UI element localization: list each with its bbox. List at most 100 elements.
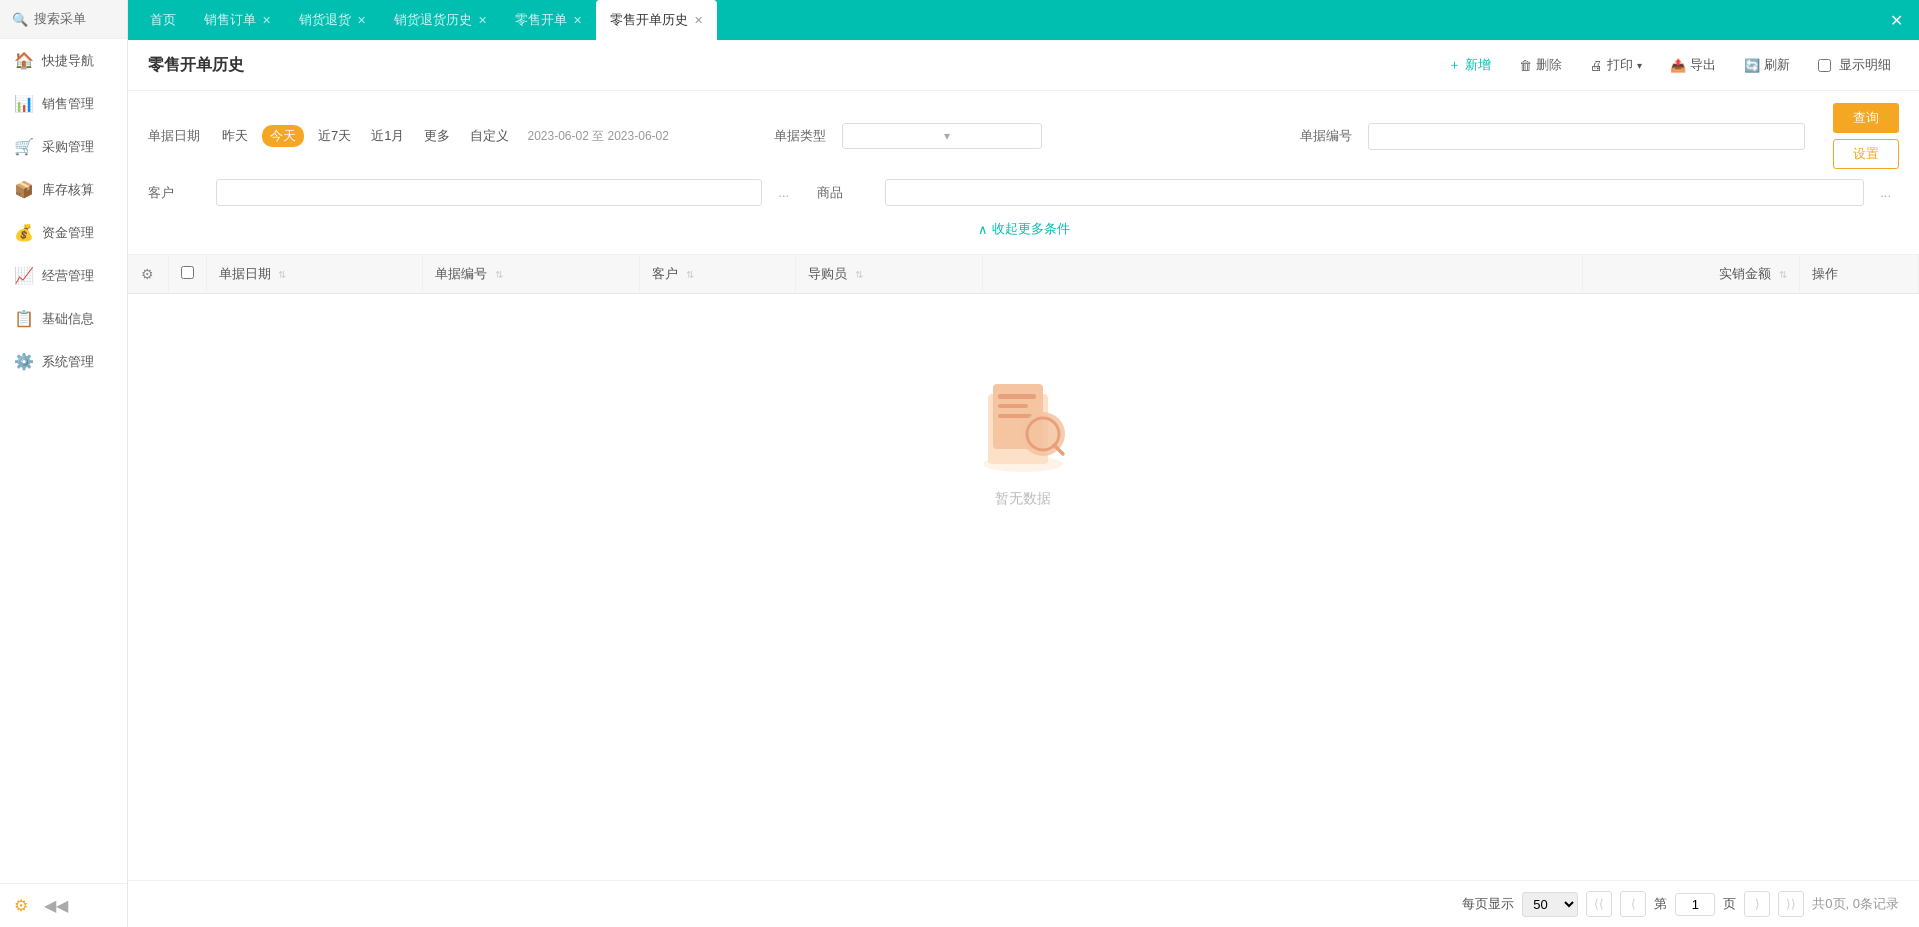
date-opt-more[interactable]: 更多 xyxy=(418,125,456,147)
date-opt-1month[interactable]: 近1月 xyxy=(365,125,410,147)
query-button[interactable]: 查询 xyxy=(1833,103,1899,133)
th-action-label: 操作 xyxy=(1812,266,1838,281)
empty-illustration xyxy=(963,374,1083,474)
sidebar-item-quick-nav[interactable]: 🏠 快捷导航 xyxy=(0,39,127,82)
tab-home[interactable]: 首页 xyxy=(136,0,190,40)
page-next-button[interactable]: ⟩ xyxy=(1744,891,1770,917)
page-first-button[interactable]: ⟨⟨ xyxy=(1586,891,1612,917)
tab-sales-order-label: 销售订单 xyxy=(204,11,256,29)
tab-sales-return-history[interactable]: 销货退货历史 ✕ xyxy=(380,0,501,40)
delete-icon: 🗑 xyxy=(1519,58,1532,73)
sidebar-gear-button[interactable]: ⚙ xyxy=(14,896,28,915)
date-opt-custom[interactable]: 自定义 xyxy=(464,125,515,147)
page-label-pre: 第 xyxy=(1654,895,1667,913)
empty-state-cell: 暂无数据 xyxy=(128,294,1919,589)
display-detail-button[interactable]: 显示明细 xyxy=(1810,52,1899,78)
sidebar-item-finance[interactable]: 💰 资金管理 xyxy=(0,211,127,254)
customer-label: 客户 xyxy=(148,184,208,202)
tab-sales-order[interactable]: 销售订单 ✕ xyxy=(190,0,285,40)
page-size-select[interactable]: 50 20 100 xyxy=(1522,892,1578,917)
refresh-button[interactable]: 🔄 刷新 xyxy=(1736,52,1798,78)
th-salesperson-label: 导购员 xyxy=(808,266,847,281)
th-salesperson[interactable]: 导购员 ⇅ xyxy=(796,255,982,294)
delete-label: 删除 xyxy=(1536,56,1562,74)
tab-retail-open-label: 零售开单 xyxy=(515,11,567,29)
page-size-label: 每页显示 xyxy=(1462,895,1514,913)
th-settings[interactable]: ⚙ xyxy=(128,255,168,294)
customer-input[interactable] xyxy=(216,179,762,206)
th-customer[interactable]: 客户 ⇅ xyxy=(640,255,796,294)
sidebar-item-label: 经营管理 xyxy=(42,267,94,285)
sidebar-item-system[interactable]: ⚙️ 系统管理 xyxy=(0,340,127,383)
delete-button[interactable]: 🗑 删除 xyxy=(1511,52,1570,78)
export-button[interactable]: 📤 导出 xyxy=(1662,52,1724,78)
tabbar-close-button[interactable]: ✕ xyxy=(1882,7,1911,34)
tab-retail-open-close[interactable]: ✕ xyxy=(573,14,582,27)
select-all-checkbox[interactable] xyxy=(181,266,194,279)
date-label: 单据日期 xyxy=(148,127,208,145)
print-label: 打印 xyxy=(1607,56,1633,74)
th-no-label: 单据编号 xyxy=(435,266,487,281)
date-range-display: 2023-06-02 至 2023-06-02 xyxy=(527,128,668,145)
main-area: 首页 销售订单 ✕ 销货退货 ✕ 销货退货历史 ✕ 零售开单 ✕ 零售开单历史 … xyxy=(128,0,1919,927)
table-body: 暂无数据 xyxy=(128,294,1919,589)
sidebar-collapse-button[interactable]: ◀◀ xyxy=(44,896,68,915)
page-title: 零售开单历史 xyxy=(148,55,1440,76)
home-icon: 🏠 xyxy=(14,51,34,70)
total-info: 共0页, 0条记录 xyxy=(1812,895,1899,913)
table-settings-icon[interactable]: ⚙ xyxy=(141,266,154,282)
th-date[interactable]: 单据日期 ⇅ xyxy=(206,255,423,294)
sidebar-item-label: 系统管理 xyxy=(42,353,94,371)
page-number-input[interactable] xyxy=(1675,893,1715,916)
tab-sales-order-close[interactable]: ✕ xyxy=(262,14,271,27)
sidebar-item-sales-mgmt[interactable]: 📊 销售管理 xyxy=(0,82,127,125)
th-checkbox[interactable] xyxy=(168,255,206,294)
sidebar-item-label: 销售管理 xyxy=(42,95,94,113)
collapse-up-icon: ∧ xyxy=(978,222,988,237)
product-input[interactable] xyxy=(885,179,1864,206)
page-prev-button[interactable]: ⟨ xyxy=(1620,891,1646,917)
collapse-filter-label: 收起更多条件 xyxy=(992,220,1070,238)
th-amount[interactable]: 实销金额 ⇅ xyxy=(1582,255,1799,294)
search-icon: 🔍 xyxy=(12,12,28,27)
th-customer-label: 客户 xyxy=(652,266,678,281)
empty-state: 暂无数据 xyxy=(128,294,1919,588)
refresh-icon: 🔄 xyxy=(1744,58,1760,73)
date-opt-yesterday[interactable]: 昨天 xyxy=(216,125,254,147)
th-no[interactable]: 单据编号 ⇅ xyxy=(423,255,640,294)
doc-no-input[interactable] xyxy=(1368,123,1805,150)
print-dropdown-icon: ▾ xyxy=(1637,60,1642,71)
empty-text: 暂无数据 xyxy=(995,490,1051,508)
sidebar-item-inventory[interactable]: 📦 库存核算 xyxy=(0,168,127,211)
sidebar-search[interactable]: 🔍 搜索采单 xyxy=(0,0,127,39)
customer-dots[interactable]: ... xyxy=(770,181,797,204)
export-label: 导出 xyxy=(1690,56,1716,74)
sidebar-item-basic-info[interactable]: 📋 基础信息 xyxy=(0,297,127,340)
export-icon: 📤 xyxy=(1670,58,1686,73)
tab-retail-history-close[interactable]: ✕ xyxy=(694,14,703,27)
tab-sales-return[interactable]: 销货退货 ✕ xyxy=(285,0,380,40)
sidebar-item-purchase-mgmt[interactable]: 🛒 采购管理 xyxy=(0,125,127,168)
sidebar-item-operations[interactable]: 📈 经营管理 xyxy=(0,254,127,297)
tab-retail-open[interactable]: 零售开单 ✕ xyxy=(501,0,596,40)
page-label: 页 xyxy=(1723,895,1736,913)
sidebar-item-label: 快捷导航 xyxy=(42,52,94,70)
date-opt-today[interactable]: 今天 xyxy=(262,125,304,147)
display-detail-checkbox[interactable] xyxy=(1818,59,1831,72)
product-dots[interactable]: ... xyxy=(1872,181,1899,204)
print-button[interactable]: 🖨 打印 ▾ xyxy=(1582,52,1650,78)
inventory-icon: 📦 xyxy=(14,180,34,199)
add-button[interactable]: ＋ 新增 xyxy=(1440,52,1499,78)
tab-sales-return-close[interactable]: ✕ xyxy=(357,14,366,27)
sidebar-item-label: 资金管理 xyxy=(42,224,94,242)
page-last-button[interactable]: ⟩⟩ xyxy=(1778,891,1804,917)
tab-retail-history[interactable]: 零售开单历史 ✕ xyxy=(596,0,717,40)
date-opt-7days[interactable]: 近7天 xyxy=(312,125,357,147)
content-area: 零售开单历史 ＋ 新增 🗑 删除 🖨 打印 ▾ 📤 导出 xyxy=(128,40,1919,927)
finance-icon: 💰 xyxy=(14,223,34,242)
tab-home-label: 首页 xyxy=(150,11,176,29)
doc-type-select[interactable]: ▾ xyxy=(842,123,1042,149)
tab-sales-return-history-close[interactable]: ✕ xyxy=(478,14,487,27)
settings-button[interactable]: 设置 xyxy=(1833,139,1899,169)
collapse-filter-button[interactable]: ∧ 收起更多条件 xyxy=(974,216,1074,242)
